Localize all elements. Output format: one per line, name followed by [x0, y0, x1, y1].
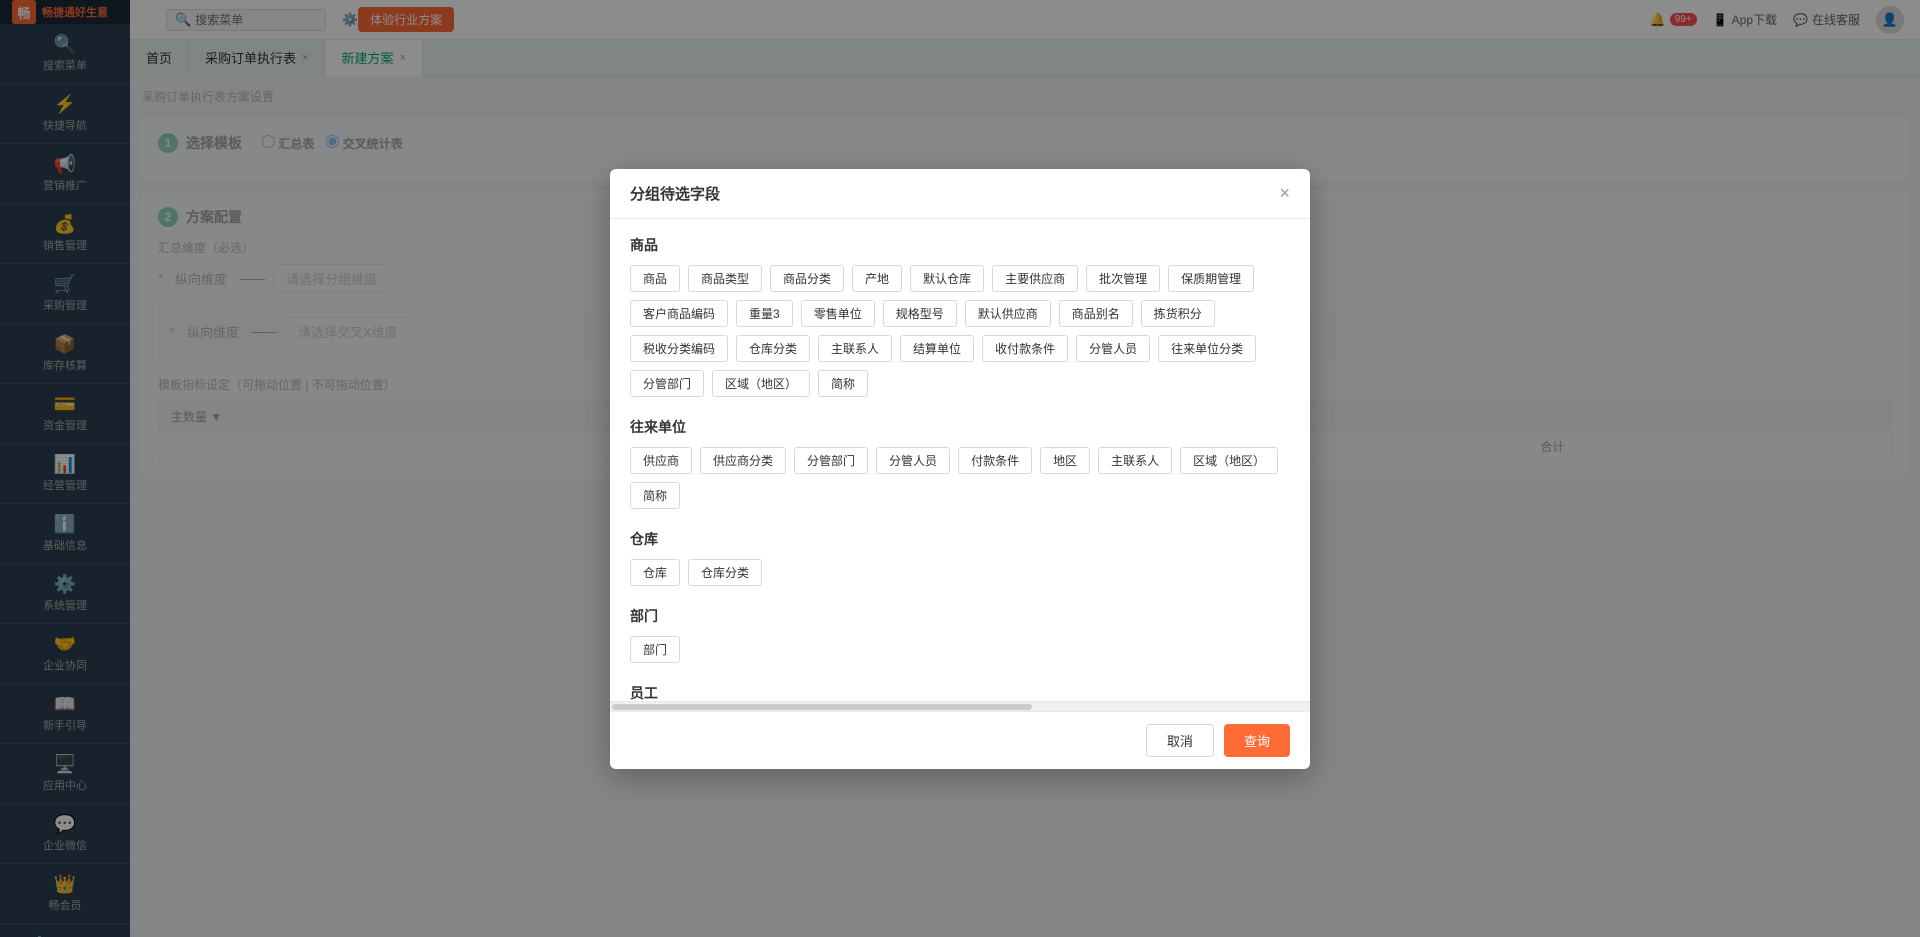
- field-tag-0-23[interactable]: 区域（地区）: [712, 370, 810, 397]
- field-tag-1-6[interactable]: 主联系人: [1098, 447, 1172, 474]
- field-tag-1-5[interactable]: 地区: [1040, 447, 1090, 474]
- field-tags-1: 供应商供应商分类分管部门分管人员付款条件地区主联系人区域（地区） 简称: [630, 447, 1290, 509]
- field-tag-0-22[interactable]: 分管部门: [630, 370, 704, 397]
- field-tag-0-8[interactable]: 客户商品编码: [630, 300, 728, 327]
- field-tags-3: 部门: [630, 636, 1290, 663]
- field-tag-3-0[interactable]: 部门: [630, 636, 680, 663]
- field-tag-1-2[interactable]: 分管部门: [794, 447, 868, 474]
- section-title-1: 往来单位: [630, 417, 1290, 437]
- field-tag-0-14[interactable]: 拣货积分: [1141, 300, 1215, 327]
- modal-overlay: 分组待选字段 × 商品商品商品类型商品分类产地默认仓库主要供应商批次管理保质期管…: [0, 0, 1920, 937]
- field-tag-1-7[interactable]: 区域（地区）: [1180, 447, 1278, 474]
- field-tag-0-24[interactable]: 简称: [818, 370, 868, 397]
- field-tag-0-6[interactable]: 批次管理: [1086, 265, 1160, 292]
- field-tag-0-17[interactable]: 主联系人: [818, 335, 892, 362]
- modal-footer: 取消 查询: [610, 711, 1310, 769]
- field-tag-2-0[interactable]: 仓库: [630, 559, 680, 586]
- field-tag-1-4[interactable]: 付款条件: [958, 447, 1032, 474]
- field-tag-0-5[interactable]: 主要供应商: [992, 265, 1078, 292]
- modal-hscroll-bar: [612, 704, 1032, 710]
- confirm-button[interactable]: 查询: [1224, 724, 1290, 757]
- field-tags-0: 商品商品类型商品分类产地默认仓库主要供应商批次管理保质期管理客户商品编码重量3 零…: [630, 265, 1290, 397]
- field-tag-0-4[interactable]: 默认仓库: [910, 265, 984, 292]
- field-tag-0-3[interactable]: 产地: [852, 265, 902, 292]
- field-tag-0-20[interactable]: 分管人员: [1076, 335, 1150, 362]
- field-section-3: 部门部门: [630, 606, 1290, 663]
- field-tag-0-12[interactable]: 默认供应商: [965, 300, 1051, 327]
- field-tag-0-11[interactable]: 规格型号: [883, 300, 957, 327]
- cancel-button[interactable]: 取消: [1146, 724, 1214, 757]
- field-tags-2: 仓库仓库分类: [630, 559, 1290, 586]
- field-tag-1-8[interactable]: 简称: [630, 482, 680, 509]
- field-tag-1-3[interactable]: 分管人员: [876, 447, 950, 474]
- field-tag-0-1[interactable]: 商品类型: [688, 265, 762, 292]
- modal-body: 商品商品商品类型商品分类产地默认仓库主要供应商批次管理保质期管理客户商品编码重量…: [610, 219, 1310, 701]
- section-title-2: 仓库: [630, 529, 1290, 549]
- field-tag-0-2[interactable]: 商品分类: [770, 265, 844, 292]
- section-title-3: 部门: [630, 606, 1290, 626]
- field-tag-1-0[interactable]: 供应商: [630, 447, 692, 474]
- field-section-4: 员工业务员: [630, 683, 1290, 701]
- field-tag-0-0[interactable]: 商品: [630, 265, 680, 292]
- modal-hscroll[interactable]: [610, 701, 1310, 711]
- modal-title: 分组待选字段: [630, 183, 720, 204]
- section-title-4: 员工: [630, 683, 1290, 701]
- field-tag-0-7[interactable]: 保质期管理: [1168, 265, 1254, 292]
- modal-header: 分组待选字段 ×: [610, 169, 1310, 219]
- field-tag-2-1[interactable]: 仓库分类: [688, 559, 762, 586]
- field-tag-0-15[interactable]: 税收分类编码: [630, 335, 728, 362]
- field-tag-0-13[interactable]: 商品别名: [1059, 300, 1133, 327]
- field-tag-1-1[interactable]: 供应商分类: [700, 447, 786, 474]
- modal: 分组待选字段 × 商品商品商品类型商品分类产地默认仓库主要供应商批次管理保质期管…: [610, 169, 1310, 769]
- field-section-1: 往来单位供应商供应商分类分管部门分管人员付款条件地区主联系人区域（地区） 简称: [630, 417, 1290, 509]
- field-tag-0-10[interactable]: 零售单位: [801, 300, 875, 327]
- field-tag-0-19[interactable]: 收付款条件: [982, 335, 1068, 362]
- field-tag-0-18[interactable]: 结算单位: [900, 335, 974, 362]
- modal-close-btn[interactable]: ×: [1279, 183, 1290, 204]
- field-tag-0-21[interactable]: 往来单位分类: [1158, 335, 1256, 362]
- field-tag-0-9[interactable]: 重量3: [736, 300, 793, 327]
- field-section-0: 商品商品商品类型商品分类产地默认仓库主要供应商批次管理保质期管理客户商品编码重量…: [630, 235, 1290, 397]
- field-tag-0-16[interactable]: 仓库分类: [736, 335, 810, 362]
- section-title-0: 商品: [630, 235, 1290, 255]
- field-section-2: 仓库仓库仓库分类: [630, 529, 1290, 586]
